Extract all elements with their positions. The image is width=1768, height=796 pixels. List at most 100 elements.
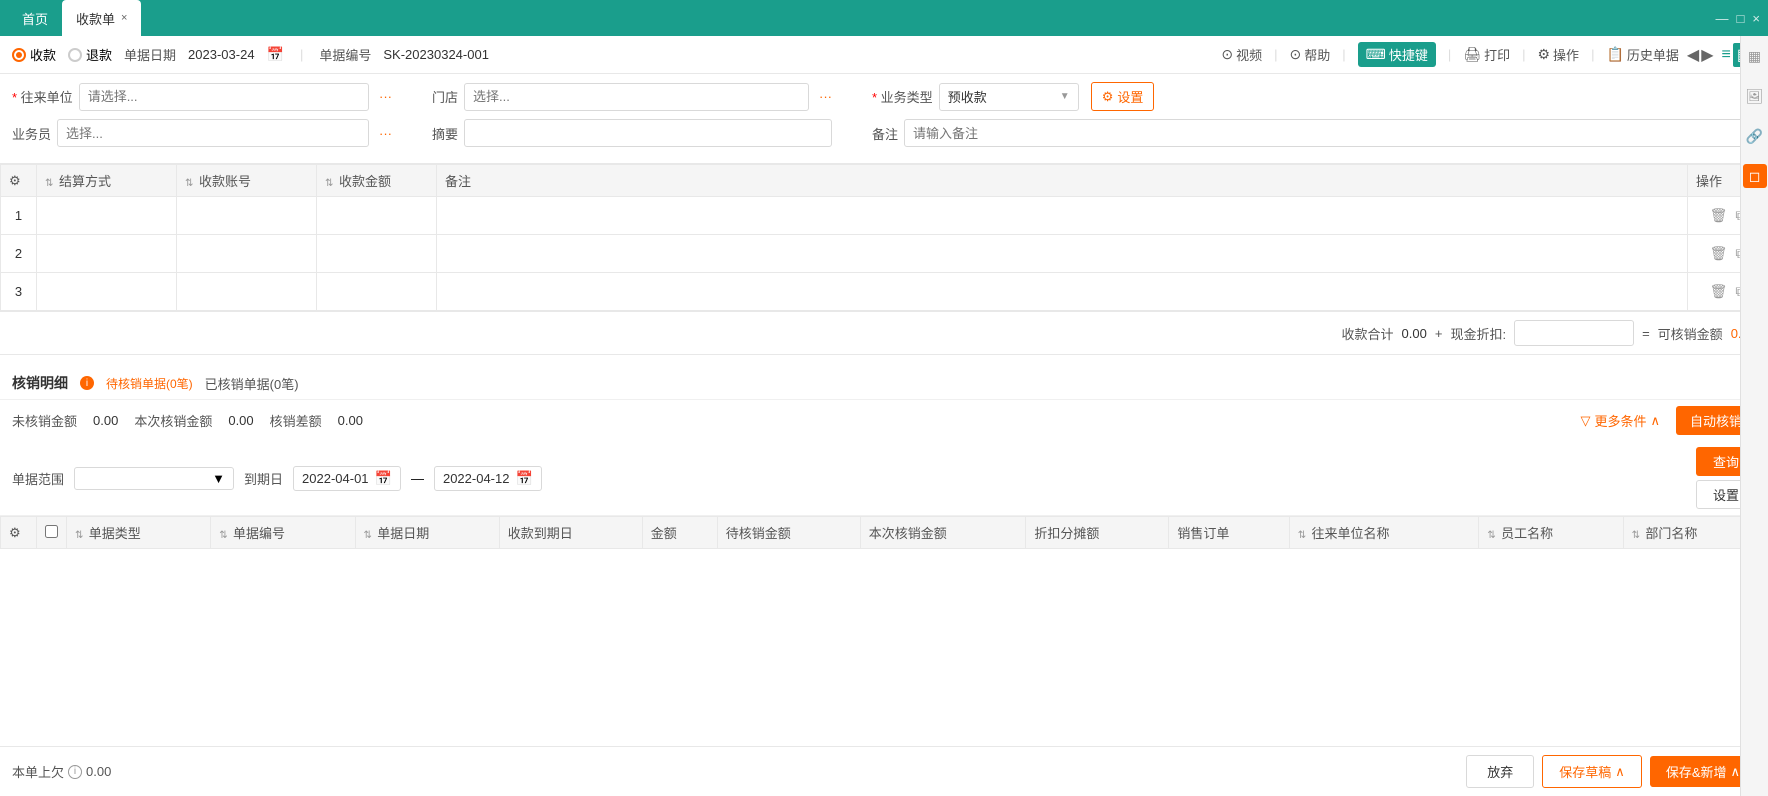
store-input[interactable] (464, 83, 809, 111)
radio-income-inner (16, 52, 22, 58)
close-button[interactable]: × (1752, 11, 1760, 26)
save-new-arrow: ∧ (1730, 764, 1740, 780)
prev-label: 本单上欠 (12, 762, 64, 781)
next-arrow[interactable]: ▶ (1701, 45, 1713, 65)
row-2-remark[interactable] (437, 235, 1688, 273)
discount-input[interactable] (1514, 320, 1634, 346)
row-3-account[interactable] (177, 273, 317, 311)
client-more-icon[interactable]: ··· (379, 89, 392, 104)
help-btn[interactable]: ⊙ 帮助 (1290, 45, 1331, 64)
salesman-more-icon[interactable]: ··· (379, 126, 392, 141)
sidebar-table-icon[interactable]: ▦ (1743, 44, 1767, 68)
bottom-col-client-name: ⇅ 往来单位名称 (1289, 517, 1479, 549)
discount-label: 现金折扣: (1450, 324, 1506, 343)
row-1-amount[interactable] (317, 197, 437, 235)
row-2-delete-icon[interactable]: 🗑 (1710, 245, 1728, 262)
sidebar-link-icon[interactable]: 🔗 (1743, 124, 1767, 148)
remark-label: 备注 (872, 124, 898, 143)
current-writeoff-value: 0.00 (228, 413, 253, 428)
bottom-col-current-label: 本次核销金额 (869, 526, 947, 541)
biz-type-select[interactable]: 预收款 ▼ (939, 83, 1079, 111)
gear-icon[interactable]: ⚙ (9, 173, 21, 188)
summary-input[interactable] (464, 119, 832, 147)
date-from-icon: 📅 (375, 470, 392, 487)
pending-tab-link[interactable]: 待核销单据(0笔) (106, 375, 193, 392)
more-conditions-btn[interactable]: ▽ 更多条件 ∧ (1580, 411, 1660, 430)
salesman-input[interactable] (57, 119, 369, 147)
select-all-checkbox[interactable] (45, 525, 58, 538)
bottom-col-discount: 折扣分摊额 (1026, 517, 1169, 549)
client-input[interactable] (79, 83, 369, 111)
bottom-col-salesorder-label: 销售订单 (1177, 526, 1229, 541)
biz-type-value: 预收款 (948, 87, 1056, 106)
bottom-gear-icon[interactable]: ⚙ (9, 525, 21, 540)
tab-bar: 首页 收款单 × — □ × (0, 0, 1768, 36)
done-tab-link[interactable]: 已核销单据(0笔) (205, 374, 299, 393)
type-radio-group: 收款 退款 (12, 45, 112, 64)
section-title: 核销明细 (12, 373, 68, 393)
sidebar-image-icon[interactable]: 🖼 (1743, 84, 1767, 108)
date-filter-row: 单据范围 ▼ 到期日 2022-04-01 📅 — 2022-04-12 📅 查… (0, 441, 1768, 516)
discard-button[interactable]: 放弃 (1466, 755, 1534, 788)
row-2-account[interactable] (177, 235, 317, 273)
calendar-icon[interactable]: 📅 (267, 46, 284, 63)
video-label: 视频 (1236, 45, 1262, 64)
tab-home-label: 首页 (22, 9, 48, 28)
tab-home[interactable]: 首页 (8, 0, 62, 36)
minimize-button[interactable]: — (1716, 11, 1729, 26)
row-1-remark[interactable] (437, 197, 1688, 235)
col-action-label: 操作 (1696, 174, 1722, 189)
row-3-settlement[interactable] (37, 273, 177, 311)
row-1-settlement[interactable] (37, 197, 177, 235)
settings-gear-icon: ⚙ (1102, 89, 1114, 105)
date-value: 2023-03-24 (188, 47, 255, 62)
bottom-col-current: 本次核销金额 (860, 517, 1026, 549)
range-select[interactable]: ▼ (74, 467, 234, 490)
date-to-input[interactable]: 2022-04-12 📅 (434, 466, 542, 491)
bottom-col-employee: ⇅ 员工名称 (1479, 517, 1623, 549)
table-row: 2 🗑 ⧉ (1, 235, 1768, 273)
bottom-col-bill-no: ⇅ 单据编号 (211, 517, 355, 549)
salesman-field: 业务员 ··· (12, 119, 392, 147)
tab-close-icon[interactable]: × (121, 12, 127, 24)
radio-income-circle (12, 48, 26, 62)
row-3-delete-icon[interactable]: 🗑 (1710, 283, 1728, 300)
maximize-button[interactable]: □ (1737, 11, 1745, 26)
info-circle[interactable]: i (68, 765, 82, 779)
row-2-settlement[interactable] (37, 235, 177, 273)
row-2-amount[interactable] (317, 235, 437, 273)
prev-arrow[interactable]: ◀ (1687, 45, 1699, 65)
row-1-account[interactable] (177, 197, 317, 235)
list-view-icon[interactable]: ≡ (1722, 46, 1731, 64)
radio-refund[interactable]: 退款 (68, 45, 112, 64)
history-label: 历史单据 (1627, 45, 1679, 64)
info-icon[interactable]: i (80, 376, 94, 390)
shortcut-btn[interactable]: ⌨ 快捷键 (1358, 42, 1436, 67)
remark-input[interactable] (904, 119, 1756, 147)
operation-btn[interactable]: ⚙ 操作 (1537, 45, 1579, 64)
row-3-num: 3 (1, 273, 37, 311)
date-to-value: 2022-04-12 (443, 471, 510, 486)
row-3-amount[interactable] (317, 273, 437, 311)
row-1-delete-icon[interactable]: 🗑 (1710, 207, 1728, 224)
bottom-col-billdate-label: 单据日期 (377, 526, 429, 541)
radio-income[interactable]: 收款 (12, 45, 56, 64)
video-btn[interactable]: ⊙ 视频 (1221, 45, 1262, 64)
row-3-remark[interactable] (437, 273, 1688, 311)
sidebar-camera-icon[interactable]: ◻ (1743, 164, 1767, 188)
save-draft-button[interactable]: 保存草稿 ∧ (1542, 755, 1642, 788)
bottom-col-amount-label: 金额 (651, 526, 677, 541)
section-header: 核销明细 i 待核销单据(0笔) 已核销单据(0笔) (0, 363, 1768, 400)
print-btn[interactable]: 🖨 打印 (1463, 45, 1510, 64)
radio-income-label: 收款 (30, 45, 56, 64)
settings-button[interactable]: ⚙ 设置 (1091, 82, 1155, 111)
date-from-input[interactable]: 2022-04-01 📅 (293, 466, 401, 491)
tab-current[interactable]: 收款单 × (62, 0, 141, 36)
col-gear: ⚙ (1, 165, 37, 197)
store-more-icon[interactable]: ··· (819, 89, 832, 104)
save-draft-arrow: ∧ (1615, 764, 1625, 780)
bottom-col-bill-date: ⇅ 单据日期 (355, 517, 499, 549)
chevron-icon: ∧ (1650, 413, 1660, 429)
store-field: 门店 ··· (432, 83, 832, 111)
history-btn[interactable]: 📋 历史单据 (1606, 45, 1678, 64)
